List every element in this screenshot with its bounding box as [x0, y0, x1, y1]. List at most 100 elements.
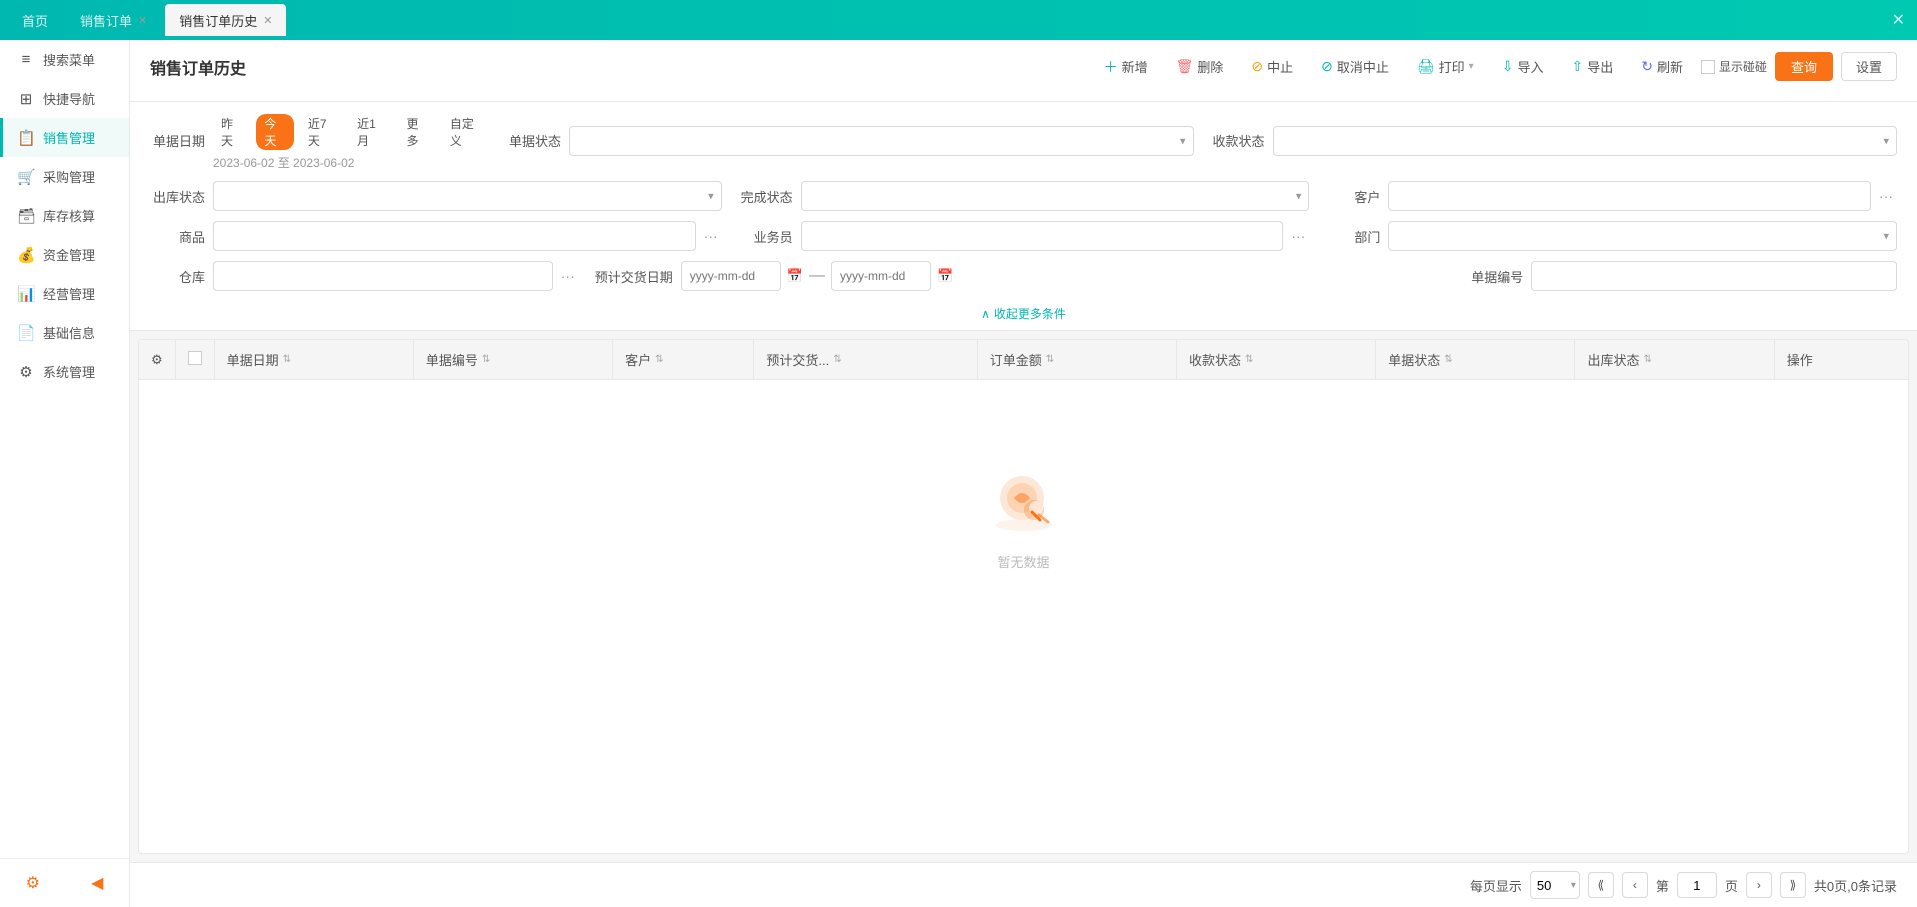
salesperson-dots-icon[interactable]: ···	[1287, 228, 1309, 244]
salesperson-field: 业务员 ···	[738, 221, 1310, 251]
settings-gear-icon[interactable]: ⚙	[151, 352, 163, 367]
expected-date-end-input[interactable]	[831, 261, 931, 291]
filter-row-2: 出库状态 ▾ 完成状态 ▾ 客户	[150, 181, 1897, 211]
stop-icon: ⊘	[1251, 58, 1263, 75]
stop-button[interactable]: ⊘ 中止	[1241, 53, 1303, 80]
th-bill-status[interactable]: 单据状态 ⇅	[1376, 340, 1575, 380]
delete-button[interactable]: 🗑 删除	[1166, 53, 1234, 80]
select-all-checkbox[interactable]	[188, 351, 202, 365]
sidebar-item-quick-nav[interactable]: ⊞ 快捷导航	[0, 79, 129, 118]
bill-no-sort-icon: ⇅	[482, 354, 490, 365]
date-tag-1month[interactable]: 近1月	[349, 114, 392, 150]
data-table: ⚙ 单据日期 ⇅ 单据编号	[139, 340, 1908, 651]
tab-home-label: 首页	[22, 11, 48, 30]
date-tag-yesterday[interactable]: 昨天	[213, 114, 250, 150]
bill-no-input[interactable]	[1531, 261, 1897, 291]
customer-input[interactable]	[1388, 181, 1871, 211]
receipt-status-control: ▾	[1273, 126, 1898, 156]
bill-no-label: 单据编号	[1468, 267, 1523, 286]
th-receipt-status-label: 收款状态	[1189, 350, 1241, 369]
page-label-after: 页	[1725, 876, 1738, 895]
th-receipt-status[interactable]: 收款状态 ⇅	[1177, 340, 1376, 380]
new-button[interactable]: ＋ 新增	[1094, 53, 1158, 81]
next-page-btn[interactable]: ›	[1746, 872, 1772, 898]
warehouse-control: ···	[213, 261, 579, 291]
th-date-label: 单据日期	[227, 350, 279, 369]
receipt-status-sort-icon: ⇅	[1245, 354, 1253, 365]
expected-date-start-input[interactable]	[681, 261, 781, 291]
display-cols-control[interactable]: 显示碰碰	[1701, 58, 1767, 75]
sidebar-item-basic-info[interactable]: 📄 基础信息	[0, 313, 129, 352]
page-size-select[interactable]: 50 10 20 100	[1530, 871, 1580, 899]
print-button[interactable]: 🖨 打印 ▾	[1407, 53, 1484, 80]
receipt-status-select[interactable]	[1273, 126, 1898, 156]
date-tag-today[interactable]: 今天	[256, 114, 293, 150]
sidebar-item-inventory-calc[interactable]: 🗃 库存核算	[0, 196, 129, 235]
per-page-label: 每页显示	[1470, 876, 1522, 895]
refresh-button[interactable]: ↻ 刷新	[1631, 53, 1693, 80]
tab-sales-order[interactable]: 销售订单 ✕	[66, 4, 161, 36]
first-page-btn[interactable]: ⟪	[1588, 872, 1614, 898]
search-button[interactable]: 查询	[1775, 52, 1833, 81]
warehouse-dots-icon[interactable]: ···	[557, 268, 579, 284]
th-out-status[interactable]: 出库状态 ⇅	[1575, 340, 1774, 380]
cancel-stop-button[interactable]: ⊘ 取消中止	[1311, 53, 1399, 80]
sidebar-item-finance-mgmt[interactable]: 💰 资金管理	[0, 235, 129, 274]
th-customer[interactable]: 客户 ⇅	[613, 340, 754, 380]
goods-input[interactable]	[213, 221, 696, 251]
th-checkbox[interactable]	[175, 340, 214, 380]
bill-status-select[interactable]	[569, 126, 1194, 156]
last-page-btn[interactable]: ⟫	[1780, 872, 1806, 898]
tab-sales-order-history-close[interactable]: ✕	[263, 14, 272, 27]
sidebar-item-search-menu[interactable]: ≡ 搜索菜单	[0, 40, 129, 79]
window-close-btn[interactable]: ✕	[1888, 10, 1909, 30]
date-filter-field: 单据日期 昨天 今天 近7天 近1月 更多 自定义 2023-06-02 至 2…	[150, 110, 490, 171]
settings-button[interactable]: 设置	[1841, 52, 1897, 81]
bill-no-control	[1531, 261, 1897, 291]
date-tag-custom[interactable]: 自定义	[442, 114, 490, 150]
salesperson-input[interactable]	[801, 221, 1284, 251]
out-status-select[interactable]	[213, 181, 722, 211]
calendar-start-icon[interactable]: 📅	[787, 268, 803, 284]
complete-status-field: 完成状态 ▾	[738, 181, 1310, 211]
th-operation: 操作	[1774, 340, 1908, 380]
tab-sales-order-close[interactable]: ✕	[138, 14, 147, 27]
dept-select[interactable]	[1388, 221, 1897, 251]
th-bill-no[interactable]: 单据编号 ⇅	[413, 340, 612, 380]
goods-field: 商品 ···	[150, 221, 722, 251]
customer-dots-icon[interactable]: ···	[1875, 188, 1897, 204]
th-date[interactable]: 单据日期 ⇅	[214, 340, 413, 380]
print-label: 打印	[1439, 57, 1465, 76]
th-settings[interactable]: ⚙	[139, 340, 175, 380]
bill-status-field: 单据状态 ▾	[506, 126, 1194, 156]
calendar-end-icon[interactable]: 📅	[937, 268, 953, 284]
th-expected-date[interactable]: 预计交货... ⇅	[754, 340, 977, 380]
sidebar-item-finance-mgmt-label: 资金管理	[43, 245, 95, 264]
collapse-btn[interactable]: ∧ 收起更多条件	[150, 301, 1897, 326]
sidebar-item-purchase-mgmt[interactable]: 🛒 采购管理	[0, 157, 129, 196]
prev-page-btn[interactable]: ‹	[1622, 872, 1648, 898]
display-cols-checkbox[interactable]	[1701, 60, 1715, 74]
complete-status-select[interactable]	[801, 181, 1310, 211]
date-tag-7days[interactable]: 近7天	[300, 114, 343, 150]
expected-date-sort-icon: ⇅	[833, 354, 841, 365]
sidebar-collapse-icon[interactable]: ◀	[85, 867, 109, 899]
th-order-amount[interactable]: 订单金额 ⇅	[977, 340, 1176, 380]
tab-home[interactable]: 首页	[8, 4, 62, 36]
warehouse-input[interactable]	[213, 261, 553, 291]
print-icon: 🖨	[1417, 58, 1435, 75]
out-status-sort-icon: ⇅	[1644, 354, 1652, 365]
sidebar-item-sys-mgmt[interactable]: ⚙ 系统管理	[0, 352, 129, 391]
date-tag-more[interactable]: 更多	[399, 114, 436, 150]
import-button[interactable]: ⇩ 导入	[1492, 53, 1554, 80]
export-button[interactable]: ⇧ 导出	[1561, 53, 1623, 80]
goods-dots-icon[interactable]: ···	[700, 228, 722, 244]
sidebar-item-ops-mgmt[interactable]: 📊 经营管理	[0, 274, 129, 313]
sidebar-settings-icon[interactable]: ⚙	[20, 867, 46, 899]
sidebar-item-sales-mgmt[interactable]: 📋 销售管理	[0, 118, 129, 157]
tab-sales-order-history[interactable]: 销售订单历史 ✕	[165, 4, 286, 36]
expected-date-label: 预计交货日期	[595, 267, 673, 286]
current-page-input[interactable]	[1677, 872, 1717, 898]
inventory-calc-icon: 🗃	[17, 207, 35, 225]
customer-sort-icon: ⇅	[655, 354, 663, 365]
